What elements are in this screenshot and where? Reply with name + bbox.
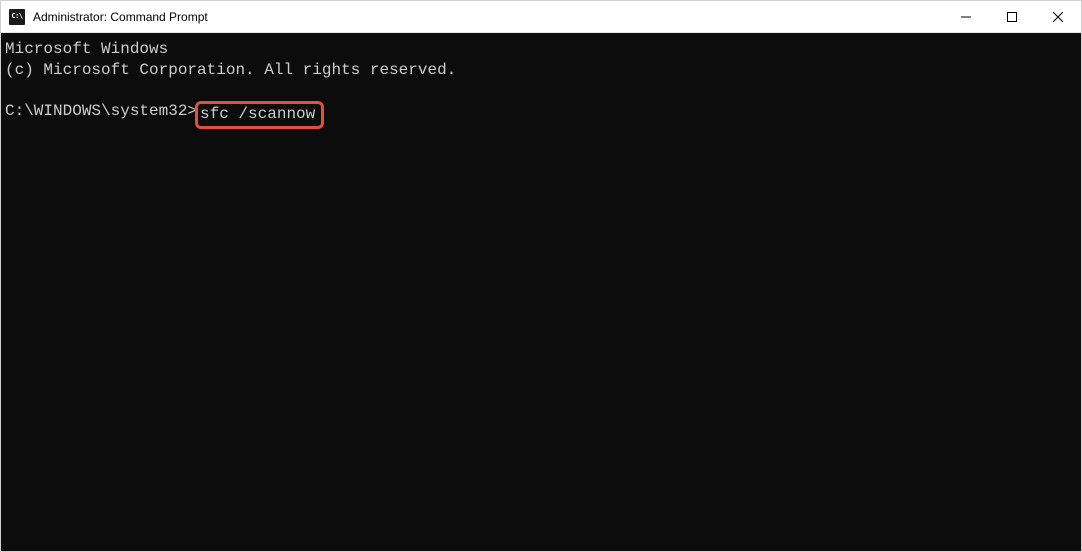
window-title: Administrator: Command Prompt xyxy=(33,10,208,24)
terminal-output-line: (c) Microsoft Corporation. All rights re… xyxy=(5,60,1077,81)
command-highlight: sfc /scannow xyxy=(195,101,324,130)
window-controls xyxy=(943,1,1081,32)
minimize-icon xyxy=(961,12,971,22)
prompt-path: C:\WINDOWS\system32> xyxy=(5,101,197,122)
terminal-output-line: Microsoft Windows xyxy=(5,39,1077,60)
cmd-icon: C:\ xyxy=(9,9,25,25)
command-text: sfc /scannow xyxy=(200,105,315,123)
close-button[interactable] xyxy=(1035,1,1081,33)
titlebar[interactable]: C:\ Administrator: Command Prompt xyxy=(1,1,1081,33)
maximize-button[interactable] xyxy=(989,1,1035,33)
minimize-button[interactable] xyxy=(943,1,989,33)
command-prompt-window: C:\ Administrator: Command Prompt xyxy=(0,0,1082,552)
maximize-icon xyxy=(1007,12,1017,22)
prompt-line: C:\WINDOWS\system32>sfc /scannow xyxy=(5,101,1077,130)
cmd-icon-glyph: C:\ xyxy=(11,13,22,20)
titlebar-left: C:\ Administrator: Command Prompt xyxy=(9,9,208,25)
close-icon xyxy=(1053,12,1063,22)
blank-line xyxy=(5,81,1077,101)
terminal-area[interactable]: Microsoft Windows (c) Microsoft Corporat… xyxy=(1,33,1081,551)
